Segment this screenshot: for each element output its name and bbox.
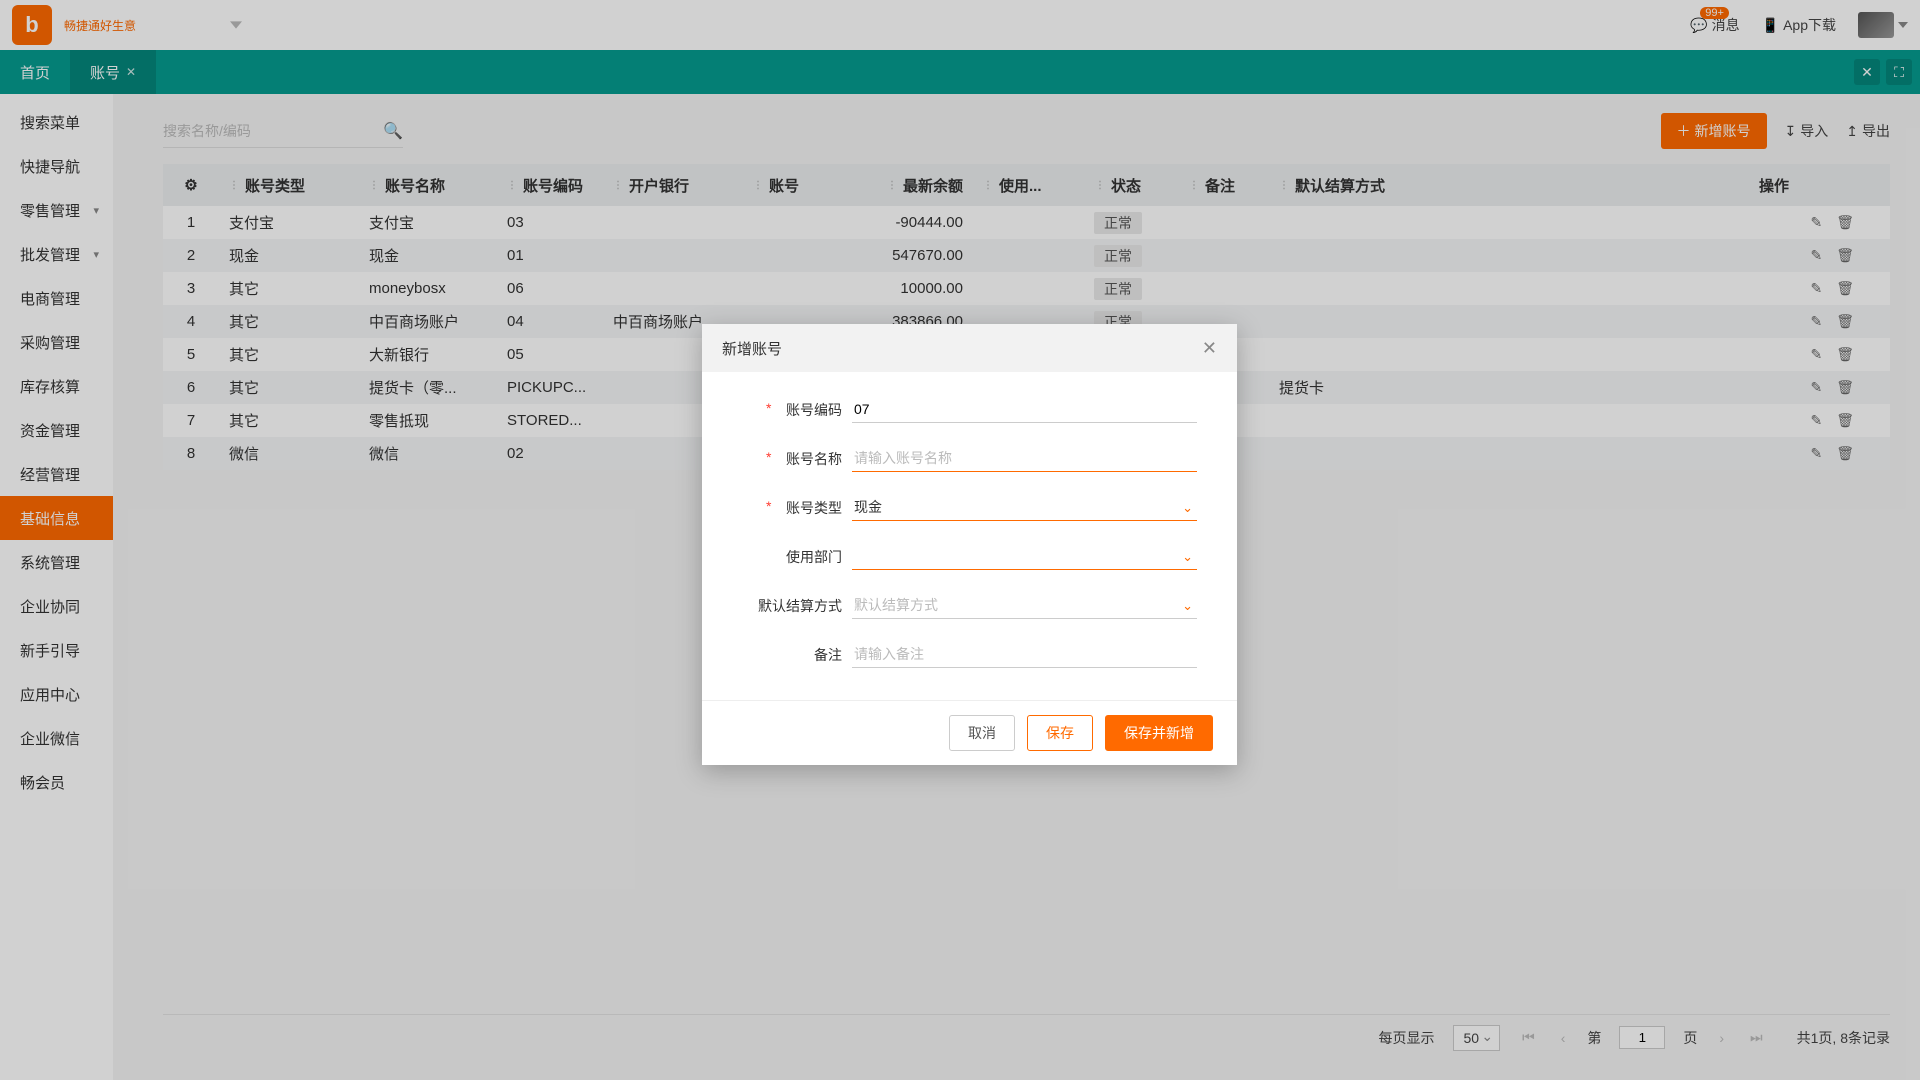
field-dept-select[interactable]: [852, 543, 1197, 570]
save-button[interactable]: 保存: [1027, 715, 1093, 751]
field-type-select[interactable]: [852, 494, 1197, 521]
field-default-settle-label: 默认结算方式: [742, 596, 852, 616]
field-default-settle-select[interactable]: [852, 592, 1197, 619]
field-name-input[interactable]: [852, 445, 1197, 472]
field-name-label: 账号名称: [742, 449, 852, 469]
field-code-input[interactable]: [852, 396, 1197, 423]
field-code-label: 账号编码: [742, 400, 852, 420]
field-memo-input[interactable]: [852, 641, 1197, 668]
cancel-button[interactable]: 取消: [949, 715, 1015, 751]
new-account-dialog: 新增账号 ✕ 账号编码 账号名称 账号类型 ⌄ 使用部门 ⌄ 默认结算方式: [702, 324, 1237, 765]
field-memo-label: 备注: [742, 645, 852, 665]
save-and-new-button[interactable]: 保存并新增: [1105, 715, 1213, 751]
dialog-close-button[interactable]: ✕: [1202, 338, 1217, 359]
field-type-label: 账号类型: [742, 498, 852, 518]
field-dept-label: 使用部门: [742, 547, 852, 567]
dialog-title: 新增账号: [722, 338, 782, 359]
